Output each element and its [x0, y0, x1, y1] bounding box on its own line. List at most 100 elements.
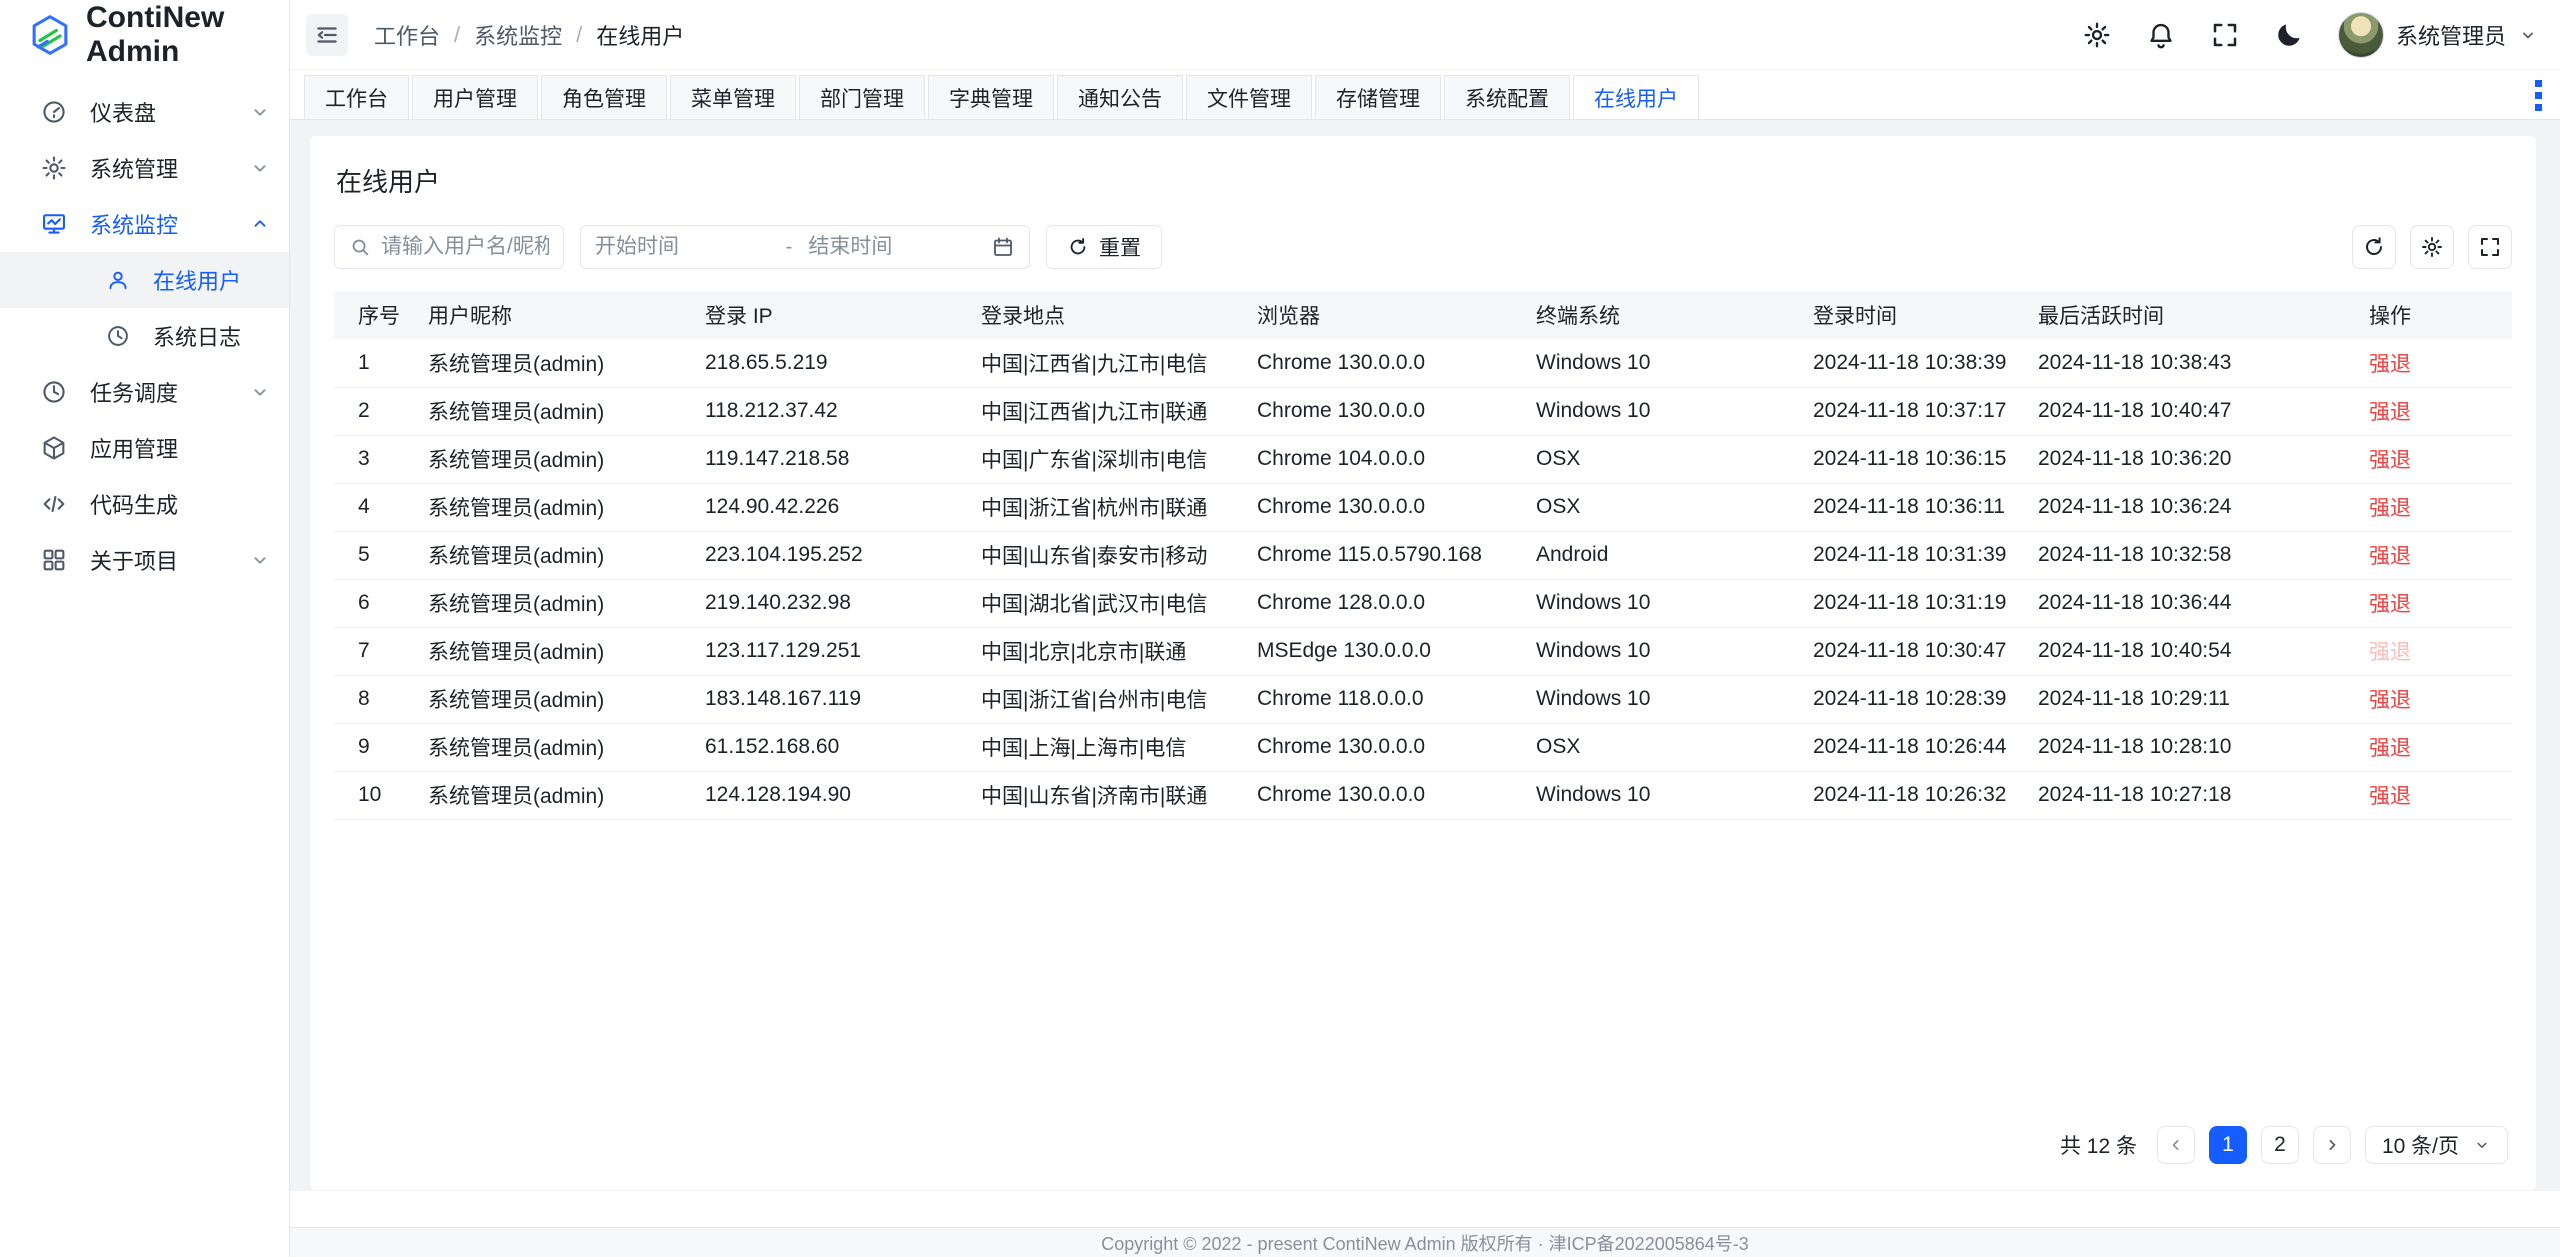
date-range-picker[interactable]: -: [580, 225, 1030, 269]
cell-index: 6: [334, 579, 406, 627]
breadcrumb-item[interactable]: 系统监控: [474, 19, 562, 51]
gear-icon[interactable]: [2082, 20, 2112, 50]
pagination: 共 12 条 1 2 10 条/页: [334, 1104, 2512, 1166]
table-row: 10 系统管理员(admin) 124.128.194.90 中国|山东省|济南…: [334, 771, 2512, 819]
bell-icon[interactable]: [2146, 20, 2176, 50]
cell-ip: 218.65.5.219: [683, 339, 959, 387]
force-logout-link[interactable]: 强退: [2369, 785, 2411, 808]
table-row: 4 系统管理员(admin) 124.90.42.226 中国|浙江省|杭州市|…: [334, 483, 2512, 531]
page-button-2[interactable]: 2: [2261, 1126, 2299, 1164]
sidebar-item-system-monitor[interactable]: 系统监控: [0, 196, 289, 252]
cell-index: 7: [334, 627, 406, 675]
chevron-down-icon: [2473, 1136, 2491, 1154]
sidebar-item-about-project[interactable]: 关于项目: [0, 532, 289, 588]
cell-login-time: 2024-11-18 10:26:32: [1791, 771, 2016, 819]
copyright-text: Copyright © 2022 - present ContiNew Admi…: [1101, 1230, 1749, 1256]
cell-last-active: 2024-11-18 10:32:58: [2016, 531, 2347, 579]
force-logout-link[interactable]: 强退: [2369, 449, 2411, 472]
date-separator: -: [778, 236, 801, 259]
force-logout-link[interactable]: 强退: [2369, 593, 2411, 616]
cell-ip: 124.90.42.226: [683, 483, 959, 531]
sidebar-item-online-users[interactable]: 在线用户: [0, 252, 289, 308]
table-row: 1 系统管理员(admin) 218.65.5.219 中国|江西省|九江市|电…: [334, 339, 2512, 387]
tab-more-icon[interactable]: [2535, 80, 2542, 111]
column-settings-button[interactable]: [2410, 225, 2454, 269]
dark-mode-moon-icon[interactable]: [2274, 20, 2304, 50]
cell-browser: Chrome 130.0.0.0: [1235, 771, 1514, 819]
cell-index: 1: [334, 339, 406, 387]
force-logout-link[interactable]: 强退: [2369, 353, 2411, 376]
page-button-1[interactable]: 1: [2209, 1126, 2247, 1164]
cell-ip: 223.104.195.252: [683, 531, 959, 579]
cell-location: 中国|山东省|济南市|联通: [959, 771, 1235, 819]
cell-location: 中国|江西省|九江市|联通: [959, 387, 1235, 435]
sidebar-item-app-management[interactable]: 应用管理: [0, 420, 289, 476]
cell-os: Windows 10: [1514, 675, 1791, 723]
cell-browser: Chrome 115.0.5790.168: [1235, 531, 1514, 579]
menu-fold-icon[interactable]: [306, 14, 348, 56]
refresh-button[interactable]: [2352, 225, 2396, 269]
cell-nickname: 系统管理员(admin): [406, 675, 683, 723]
chevron-up-icon: [249, 213, 271, 235]
code-icon: [40, 490, 68, 518]
cell-ip: 183.148.167.119: [683, 675, 959, 723]
cell-os: Windows 10: [1514, 627, 1791, 675]
clock-icon: [40, 378, 68, 406]
col-last-active: 最后活跃时间: [2016, 291, 2347, 339]
col-nickname: 用户昵称: [406, 291, 683, 339]
tab[interactable]: 系统配置: [1444, 75, 1570, 119]
breadcrumb-item[interactable]: 工作台: [374, 19, 440, 51]
cell-location: 中国|北京|北京市|联通: [959, 627, 1235, 675]
col-location: 登录地点: [959, 291, 1235, 339]
tab[interactable]: 通知公告: [1057, 75, 1183, 119]
cell-ip: 124.128.194.90: [683, 771, 959, 819]
sidebar-item-system-management[interactable]: 系统管理: [0, 140, 289, 196]
tab[interactable]: 部门管理: [799, 75, 925, 119]
chevron-down-icon: [249, 157, 271, 179]
force-logout-link[interactable]: 强退: [2369, 737, 2411, 760]
cell-last-active: 2024-11-18 10:36:20: [2016, 435, 2347, 483]
user-menu[interactable]: 系统管理员: [2338, 12, 2538, 58]
end-time-input[interactable]: [808, 235, 983, 259]
cell-location: 中国|江西省|九江市|电信: [959, 339, 1235, 387]
refresh-icon: [1067, 236, 1089, 258]
force-logout-link[interactable]: 强退: [2369, 401, 2411, 424]
tab[interactable]: 存储管理: [1315, 75, 1441, 119]
tab[interactable]: 在线用户: [1573, 75, 1699, 119]
force-logout-link[interactable]: 强退: [2369, 689, 2411, 712]
pagination-total: 共 12 条: [2060, 1130, 2137, 1160]
force-logout-link[interactable]: 强退: [2369, 641, 2411, 664]
start-time-input[interactable]: [595, 235, 770, 259]
next-page-button[interactable]: [2313, 1126, 2351, 1164]
cell-browser: Chrome 130.0.0.0: [1235, 723, 1514, 771]
tab[interactable]: 文件管理: [1186, 75, 1312, 119]
sidebar-item-code-generation[interactable]: 代码生成: [0, 476, 289, 532]
prev-page-button[interactable]: [2157, 1126, 2195, 1164]
force-logout-link[interactable]: 强退: [2369, 545, 2411, 568]
sidebar: ContiNew Admin 仪表盘 系统管理: [0, 0, 290, 1257]
sidebar-item-system-log[interactable]: 系统日志: [0, 308, 289, 364]
cell-location: 中国|浙江省|杭州市|联通: [959, 483, 1235, 531]
page-size-select[interactable]: 10 条/页: [2365, 1126, 2508, 1164]
force-logout-link[interactable]: 强退: [2369, 497, 2411, 520]
tab[interactable]: 用户管理: [412, 75, 538, 119]
footer: Copyright © 2022 - present ContiNew Admi…: [290, 1227, 2560, 1257]
chevron-down-icon: [2518, 25, 2538, 45]
logo[interactable]: ContiNew Admin: [0, 0, 289, 70]
fullscreen-icon[interactable]: [2210, 20, 2240, 50]
logo-hexagon-icon: [28, 13, 72, 57]
table-row: 6 系统管理员(admin) 219.140.232.98 中国|湖北省|武汉市…: [334, 579, 2512, 627]
search-input[interactable]: [381, 235, 549, 259]
tab[interactable]: 菜单管理: [670, 75, 796, 119]
cell-nickname: 系统管理员(admin): [406, 435, 683, 483]
gear-icon: [2420, 235, 2444, 259]
col-ip: 登录 IP: [683, 291, 959, 339]
tab[interactable]: 工作台: [304, 75, 409, 119]
history-icon: [105, 323, 131, 349]
tab[interactable]: 字典管理: [928, 75, 1054, 119]
sidebar-item-dashboard[interactable]: 仪表盘: [0, 84, 289, 140]
sidebar-item-task-scheduling[interactable]: 任务调度: [0, 364, 289, 420]
reset-button[interactable]: 重置: [1046, 225, 1162, 269]
table-fullscreen-button[interactable]: [2468, 225, 2512, 269]
tab[interactable]: 角色管理: [541, 75, 667, 119]
